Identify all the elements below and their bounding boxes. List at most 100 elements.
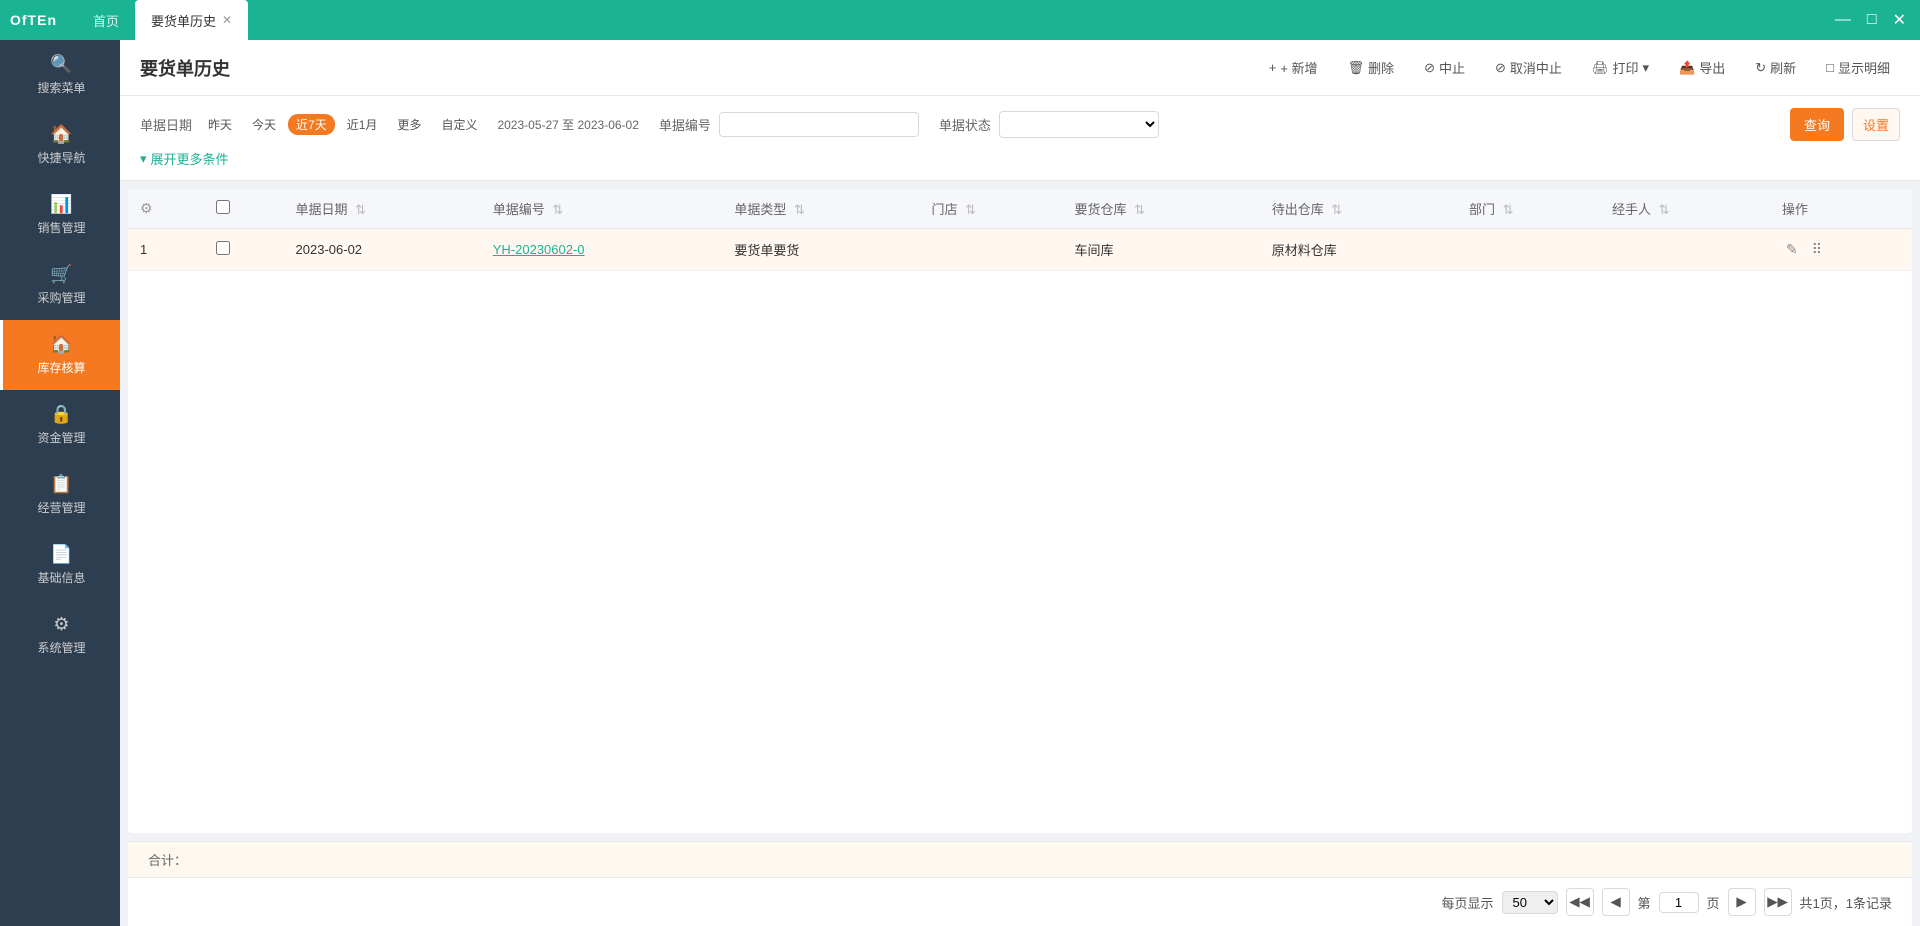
print-button[interactable]: 🖨 打印 ▾ [1582, 52, 1659, 83]
window-controls: — □ ✕ [1831, 6, 1910, 34]
page-title: 要货单历史 [140, 55, 230, 81]
first-page-icon: ◀◀ [1569, 894, 1590, 910]
tab-home[interactable]: 首页 [77, 0, 135, 40]
date-filter: 单据日期 昨天 今天 近7天 近1月 更多 自定义 2023-05-27 至 2… [140, 114, 639, 135]
row-pending-warehouse-value: 原材料仓库 [1272, 243, 1337, 258]
last1month-btn[interactable]: 近1月 [339, 114, 386, 135]
search-menu-icon: 🔍 [50, 54, 72, 75]
stop-label: 中止 [1439, 58, 1465, 77]
th-handler: 经手人 ⇅ [1600, 189, 1770, 229]
th-checkbox [204, 189, 283, 229]
more-btn[interactable]: 更多 [389, 114, 429, 135]
prev-page-icon: ◀ [1610, 894, 1620, 910]
show-detail-button[interactable]: □ 显示明细 [1816, 52, 1900, 83]
handler-sort-icon[interactable]: ⇅ [1659, 202, 1670, 217]
tab-close-icon[interactable]: ✕ [222, 13, 232, 27]
cancel-stop-button[interactable]: ⊘ 取消中止 [1485, 52, 1572, 83]
row-checkbox [204, 229, 283, 271]
first-page-button[interactable]: ◀◀ [1566, 888, 1594, 916]
show-detail-icon: □ [1826, 60, 1834, 75]
tab-bill-history[interactable]: 要货单历史 ✕ [135, 0, 248, 40]
tab-home-label: 首页 [93, 11, 119, 30]
expand-more-icon: ▾ [140, 151, 147, 167]
refresh-button[interactable]: ↻ 刷新 [1745, 52, 1806, 83]
sidebar-item-basic-info[interactable]: 📄 基础信息 [0, 530, 120, 600]
table-settings-icon[interactable]: ⚙ [140, 200, 153, 216]
add-button[interactable]: + + 新增 [1259, 52, 1328, 83]
current-page-input[interactable] [1659, 892, 1699, 913]
row-bill-type: 要货单要货 [722, 229, 919, 271]
row-edit-button[interactable]: ✎ [1782, 239, 1802, 260]
row-index-value: 1 [140, 242, 147, 257]
th-req-warehouse-label: 要货仓库 [1075, 202, 1127, 217]
query-button[interactable]: 查询 [1790, 108, 1844, 141]
stop-button[interactable]: ⊘ 中止 [1414, 52, 1475, 83]
cancel-stop-label: 取消中止 [1510, 58, 1562, 77]
bill-status-select[interactable] [999, 111, 1159, 138]
sidebar-item-search-label: 搜索菜单 [37, 79, 85, 96]
row-more-button[interactable]: ⠿ [1808, 239, 1826, 260]
settings-button[interactable]: 设置 [1852, 108, 1900, 141]
sidebar-item-sales[interactable]: 📊 销售管理 [0, 180, 120, 250]
sidebar-item-inventory[interactable]: 🏠 库存核算 [0, 320, 120, 390]
next-page-button[interactable]: ▶ [1728, 888, 1756, 916]
last-page-icon: ▶▶ [1767, 894, 1788, 910]
pagination-bar: 每页显示 50 100 ◀◀ ◀ 第 页 ▶ ▶▶ 共1页，1条记录 [128, 877, 1912, 926]
row-date-value: 2023-06-02 [296, 242, 363, 257]
add-label: + 新增 [1280, 58, 1317, 77]
row-select-checkbox[interactable] [216, 241, 230, 255]
system-icon: ⚙ [53, 614, 69, 635]
sidebar-item-search-menu[interactable]: 🔍 搜索菜单 [0, 40, 120, 110]
top-bar: OfTEn 首页 要货单历史 ✕ — □ ✕ [0, 0, 1920, 40]
custom-btn[interactable]: 自定义 [433, 114, 485, 135]
sidebar-item-operations[interactable]: 📋 经营管理 [0, 460, 120, 530]
maximize-button[interactable]: □ [1863, 7, 1881, 33]
last-page-button[interactable]: ▶▶ [1764, 888, 1792, 916]
sidebar-item-system-label: 系统管理 [37, 639, 85, 656]
sidebar-item-quick-nav[interactable]: 🏠 快捷导航 [0, 110, 120, 180]
row-bill-no[interactable]: YH-20230602-0 [481, 229, 723, 271]
store-sort-icon[interactable]: ⇅ [965, 202, 976, 217]
today-btn[interactable]: 今天 [244, 114, 284, 135]
close-button[interactable]: ✕ [1889, 6, 1910, 34]
sidebar-item-purchase[interactable]: 🛒 采购管理 [0, 250, 120, 320]
refresh-label: 刷新 [1770, 58, 1796, 77]
stop-icon: ⊘ [1424, 60, 1435, 76]
pending-warehouse-sort-icon[interactable]: ⇅ [1331, 202, 1342, 217]
req-warehouse-sort-icon[interactable]: ⇅ [1134, 202, 1145, 217]
bill-number-filter: 单据编号 [659, 112, 919, 137]
select-all-checkbox[interactable] [216, 200, 230, 214]
bill-number-input[interactable] [719, 112, 919, 137]
print-label: 打印 [1612, 58, 1638, 77]
bill-type-sort-icon[interactable]: ⇅ [794, 202, 805, 217]
row-req-warehouse-value: 车间库 [1075, 243, 1114, 258]
sidebar-item-finance[interactable]: 🔒 资金管理 [0, 390, 120, 460]
page-size-select[interactable]: 50 100 [1502, 891, 1558, 914]
export-label: 导出 [1699, 58, 1725, 77]
basic-info-icon: 📄 [50, 544, 72, 565]
add-icon: + [1269, 60, 1277, 75]
th-settings: ⚙ [128, 189, 204, 229]
bill-status-label: 单据状态 [939, 115, 991, 134]
sidebar-item-system[interactable]: ⚙ 系统管理 [0, 600, 120, 670]
minimize-button[interactable]: — [1831, 7, 1855, 33]
row-bill-no-link[interactable]: YH-20230602-0 [493, 242, 585, 257]
sales-icon: 📊 [50, 194, 72, 215]
yesterday-btn[interactable]: 昨天 [200, 114, 240, 135]
th-date: 单据日期 ⇅ [284, 189, 481, 229]
date-sort-icon[interactable]: ⇅ [355, 202, 366, 217]
delete-button[interactable]: 🗑 删除 [1338, 52, 1405, 83]
bill-no-sort-icon[interactable]: ⇅ [552, 202, 563, 217]
th-pending-warehouse-label: 待出仓库 [1272, 202, 1324, 217]
refresh-icon: ↻ [1755, 60, 1766, 76]
department-sort-icon[interactable]: ⇅ [1503, 202, 1514, 217]
expand-more-btn[interactable]: ▾ 展开更多条件 [140, 149, 1900, 168]
row-index: 1 [128, 229, 204, 271]
next-page-icon: ▶ [1736, 894, 1746, 910]
export-button[interactable]: 📤 导出 [1669, 52, 1735, 83]
sidebar-item-inventory-label: 库存核算 [37, 359, 85, 376]
data-table: ⚙ 单据日期 ⇅ 单据编号 ⇅ [128, 189, 1912, 271]
prev-page-button[interactable]: ◀ [1602, 888, 1630, 916]
th-store-label: 门店 [932, 202, 958, 217]
last7days-btn[interactable]: 近7天 [288, 114, 335, 135]
